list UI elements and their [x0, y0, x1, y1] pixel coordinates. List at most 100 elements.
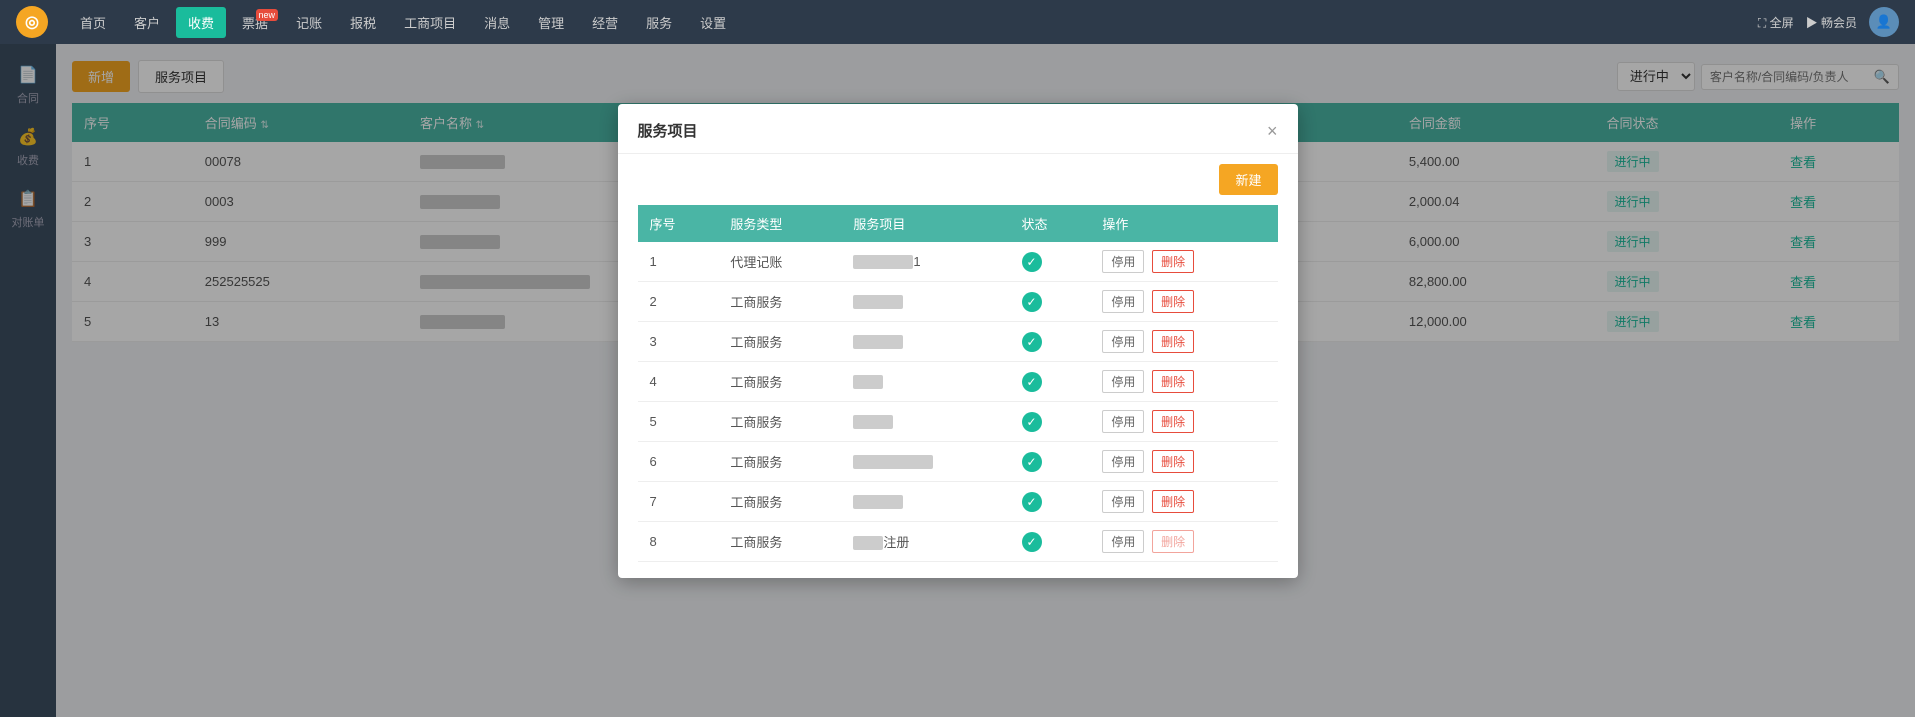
dialog-cell-seq: 7 — [638, 482, 719, 522]
dialog-col-item: 服务项目 — [841, 205, 1009, 242]
dialog-table-row: 2 工商服务 ████ ✓ 停用 删除 — [638, 282, 1278, 322]
fullscreen-btn[interactable]: ⛶ 全屏 — [1758, 14, 1794, 31]
new-badge: new — [256, 9, 279, 21]
dialog-cell-item: ██ — [841, 362, 1009, 402]
stop-button[interactable]: 停用 — [1102, 410, 1144, 433]
nav-fee[interactable]: 收费 — [176, 7, 226, 38]
dialog-cell-status: ✓ — [1010, 282, 1091, 322]
status-check-icon: ✓ — [1022, 532, 1042, 552]
top-navigation: ◎ 首页 客户 收费 票据 new 记账 报税 工商项目 消息 管理 经营 服务… — [0, 0, 1915, 44]
dialog-table-row: 7 工商服务 ████ ✓ 停用 删除 — [638, 482, 1278, 522]
service-dialog: 服务项目 × 新建 序号 服务类型 服务项目 状态 — [618, 104, 1298, 578]
nav-operation[interactable]: 经营 — [580, 7, 630, 38]
dialog-cell-status: ✓ — [1010, 362, 1091, 402]
dialog-cell-item: ██注册 — [841, 522, 1009, 562]
dialog-close-button[interactable]: × — [1267, 122, 1278, 140]
dialog-cell-seq: 8 — [638, 522, 719, 562]
dialog-table-row: 3 工商服务 ████ ✓ 停用 删除 — [638, 322, 1278, 362]
nav-bookkeeping[interactable]: 记账 — [284, 7, 334, 38]
dialog-col-seq: 序号 — [638, 205, 719, 242]
dialog-cell-item: ████ — [841, 282, 1009, 322]
dialog-cell-status: ✓ — [1010, 522, 1091, 562]
dialog-cell-seq: 1 — [638, 242, 719, 282]
dialog-cell-type: 工商服务 — [718, 362, 841, 402]
dialog-cell-item: ███ — [841, 402, 1009, 442]
nav-message[interactable]: 消息 — [472, 7, 522, 38]
delete-button[interactable]: 删除 — [1152, 530, 1194, 553]
dialog-cell-action: 停用 删除 — [1090, 482, 1277, 522]
status-check-icon: ✓ — [1022, 372, 1042, 392]
dialog-col-type: 服务类型 — [718, 205, 841, 242]
dialog-cell-action: 停用 删除 — [1090, 242, 1277, 282]
dialog-cell-type: 工商服务 — [718, 402, 841, 442]
status-check-icon: ✓ — [1022, 252, 1042, 272]
stop-button[interactable]: 停用 — [1102, 490, 1144, 513]
dialog-title: 服务项目 — [638, 120, 698, 141]
nav-home[interactable]: 首页 — [68, 7, 118, 38]
dialog-cell-type: 工商服务 — [718, 482, 841, 522]
dialog-header: 服务项目 × — [618, 104, 1298, 154]
dialog-cell-type: 代理记账 — [718, 242, 841, 282]
dialog-cell-status: ✓ — [1010, 442, 1091, 482]
dialog-table-row: 8 工商服务 ██注册 ✓ 停用 删除 — [638, 522, 1278, 562]
stop-button[interactable]: 停用 — [1102, 370, 1144, 393]
dialog-cell-item: ████1 — [841, 242, 1009, 282]
dialog-cell-seq: 3 — [638, 322, 719, 362]
dialog-cell-item: ███████ — [841, 442, 1009, 482]
delete-button[interactable]: 删除 — [1152, 250, 1194, 273]
delete-button[interactable]: 删除 — [1152, 370, 1194, 393]
app-logo: ◎ — [16, 6, 48, 38]
dialog-cell-type: 工商服务 — [718, 522, 841, 562]
nav-customer[interactable]: 客户 — [122, 7, 172, 38]
member-btn[interactable]: ▶ 畅会员 — [1806, 14, 1857, 31]
dialog-table-row: 6 工商服务 ███████ ✓ 停用 删除 — [638, 442, 1278, 482]
dialog-table-row: 4 工商服务 ██ ✓ 停用 删除 — [638, 362, 1278, 402]
main-layout: 📄 合同 💰 收费 📋 对账单 新增 服务项目 进行中 已完成 已取消 — [0, 44, 1915, 717]
dialog-col-status: 状态 — [1010, 205, 1091, 242]
dialog-cell-item: ████ — [841, 322, 1009, 362]
nav-menu: 首页 客户 收费 票据 new 记账 报税 工商项目 消息 管理 经营 服务 设… — [68, 7, 1758, 38]
dialog-cell-status: ✓ — [1010, 322, 1091, 362]
dialog-cell-item: ████ — [841, 482, 1009, 522]
dialog-table-row: 5 工商服务 ███ ✓ 停用 删除 — [638, 402, 1278, 442]
dialog-cell-seq: 5 — [638, 402, 719, 442]
content-area: 新增 服务项目 进行中 已完成 已取消 🔍 序号 合同 — [56, 44, 1915, 717]
nav-settings[interactable]: 设置 — [688, 7, 738, 38]
nav-invoice[interactable]: 票据 new — [230, 7, 280, 38]
stop-button[interactable]: 停用 — [1102, 290, 1144, 313]
dialog-cell-action: 停用 删除 — [1090, 322, 1277, 362]
stop-button[interactable]: 停用 — [1102, 250, 1144, 273]
dialog-new-button[interactable]: 新建 — [1219, 164, 1277, 195]
stop-button[interactable]: 停用 — [1102, 530, 1144, 553]
dialog-cell-status: ✓ — [1010, 402, 1091, 442]
dialog-cell-seq: 2 — [638, 282, 719, 322]
delete-button[interactable]: 删除 — [1152, 450, 1194, 473]
dialog-cell-type: 工商服务 — [718, 282, 841, 322]
nav-manage[interactable]: 管理 — [526, 7, 576, 38]
status-check-icon: ✓ — [1022, 452, 1042, 472]
delete-button[interactable]: 删除 — [1152, 290, 1194, 313]
dialog-toolbar: 新建 — [618, 154, 1298, 205]
dialog-content: 序号 服务类型 服务项目 状态 操作 1 代理记账 ████1 — [618, 205, 1298, 578]
dialog-cell-action: 停用 删除 — [1090, 362, 1277, 402]
dialog-table-row: 1 代理记账 ████1 ✓ 停用 删除 — [638, 242, 1278, 282]
delete-button[interactable]: 删除 — [1152, 330, 1194, 353]
dialog-cell-action: 停用 删除 — [1090, 442, 1277, 482]
modal-overlay: 服务项目 × 新建 序号 服务类型 服务项目 状态 — [56, 44, 1915, 717]
delete-button[interactable]: 删除 — [1152, 410, 1194, 433]
stop-button[interactable]: 停用 — [1102, 450, 1144, 473]
nav-tax[interactable]: 报税 — [338, 7, 388, 38]
nav-business[interactable]: 工商项目 — [392, 7, 468, 38]
status-check-icon: ✓ — [1022, 332, 1042, 352]
stop-button[interactable]: 停用 — [1102, 330, 1144, 353]
dialog-cell-action: 停用 删除 — [1090, 522, 1277, 562]
status-check-icon: ✓ — [1022, 412, 1042, 432]
delete-button[interactable]: 删除 — [1152, 490, 1194, 513]
user-avatar[interactable]: 👤 — [1869, 7, 1899, 37]
dialog-cell-status: ✓ — [1010, 242, 1091, 282]
top-right-tools: ⛶ 全屏 ▶ 畅会员 👤 — [1758, 7, 1899, 37]
nav-service[interactable]: 服务 — [634, 7, 684, 38]
dialog-cell-seq: 4 — [638, 362, 719, 402]
dialog-cell-type: 工商服务 — [718, 442, 841, 482]
service-items-table: 序号 服务类型 服务项目 状态 操作 1 代理记账 ████1 — [638, 205, 1278, 562]
